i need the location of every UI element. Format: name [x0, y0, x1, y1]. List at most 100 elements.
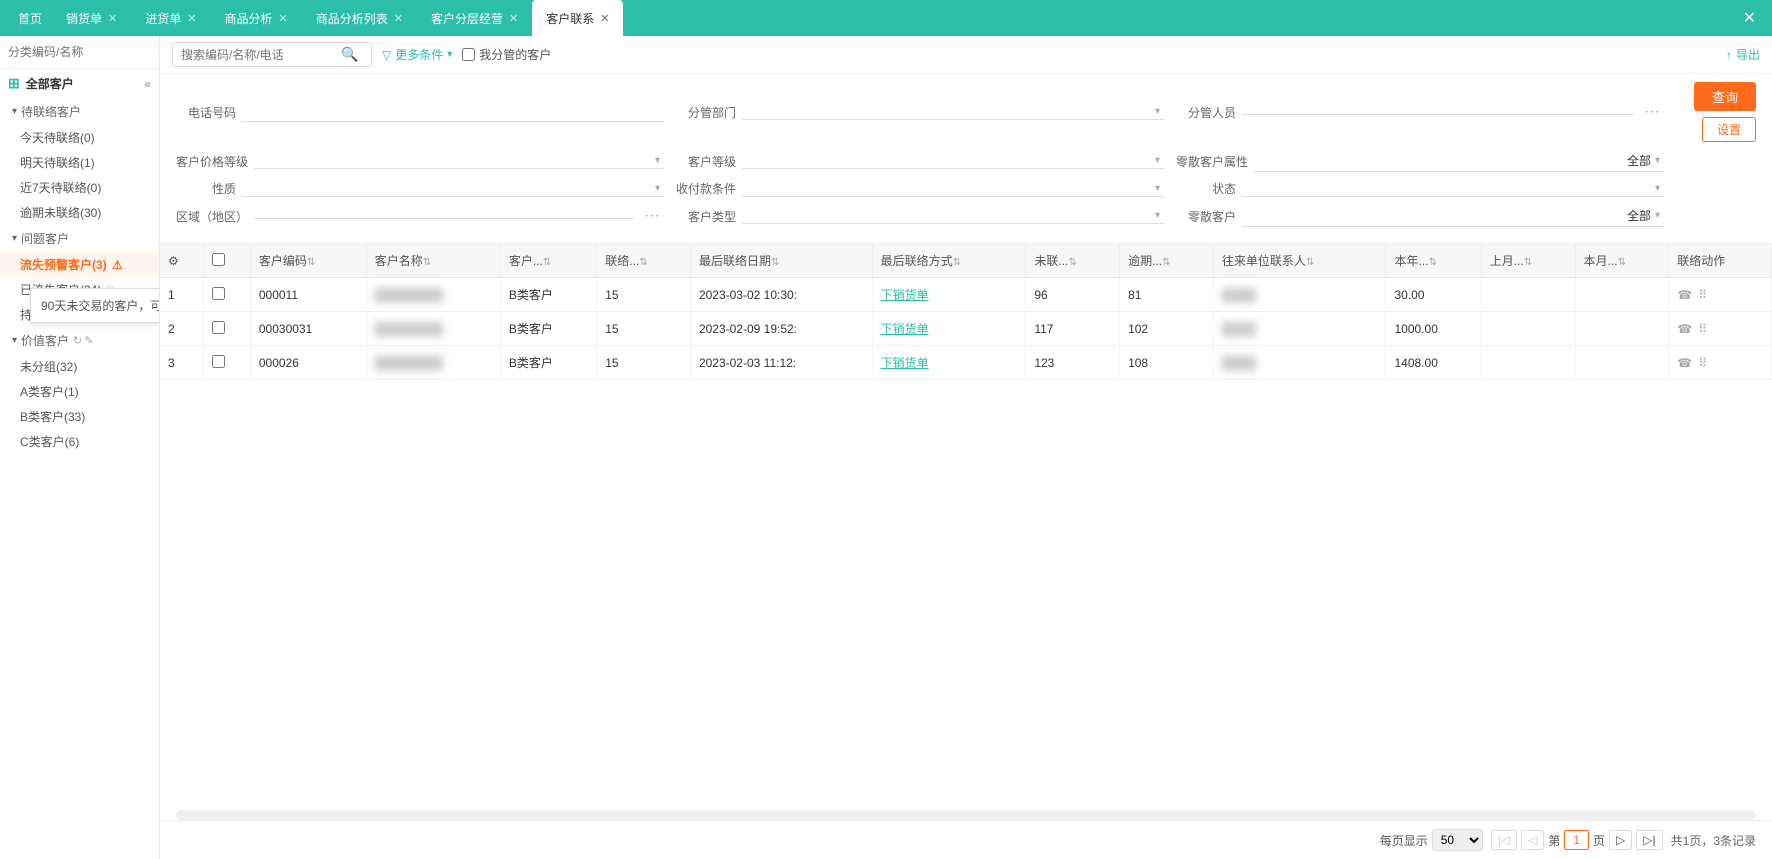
- sidebar-item-ungrouped[interactable]: 未分组(32): [0, 354, 159, 379]
- tab-close-customer-segment[interactable]: ✕: [509, 12, 518, 25]
- tab-close-product-analysis[interactable]: ✕: [279, 12, 288, 25]
- filter-customer-level-select[interactable]: ▾: [742, 153, 1164, 169]
- row-select-checkbox[interactable]: [212, 355, 225, 368]
- more-actions-icon[interactable]: ⠿: [1698, 288, 1707, 302]
- sort-icon-name[interactable]: [423, 254, 431, 268]
- filter-status-select[interactable]: ▾: [1242, 181, 1664, 197]
- filter-more-button[interactable]: ▽ 更多条件 ▾: [382, 46, 452, 63]
- action-icons: ☎ ⠿: [1677, 288, 1763, 302]
- sort-icon-unlisted[interactable]: [1068, 254, 1076, 268]
- contact-icon[interactable]: ☎: [1677, 322, 1692, 336]
- filter-dept-select[interactable]: ▾: [742, 104, 1164, 120]
- filter-payment-select[interactable]: ▾: [742, 181, 1164, 197]
- row-select-checkbox[interactable]: [212, 287, 225, 300]
- row-checkbox[interactable]: [203, 278, 250, 312]
- sidebar-item-class-a[interactable]: A类客户(1): [0, 379, 159, 404]
- tab-close-purchase[interactable]: ✕: [187, 12, 196, 25]
- sidebar-item-overdue[interactable]: 逾期未联络(30): [0, 200, 159, 225]
- arrow-down-icon: ▾: [12, 106, 17, 117]
- row-actions[interactable]: ☎ ⠿: [1669, 346, 1772, 380]
- filter-customer-type-select[interactable]: ▾: [742, 208, 1164, 224]
- more-actions-icon[interactable]: ⠿: [1698, 356, 1707, 370]
- region-more-icon[interactable]: ···: [640, 207, 664, 225]
- sort-icon-date[interactable]: [771, 254, 779, 268]
- sort-icon-method[interactable]: [953, 254, 961, 268]
- chevron-down-icon: ▾: [655, 155, 660, 166]
- filter-phone-input[interactable]: [242, 103, 664, 122]
- my-customers-checkbox[interactable]: [462, 48, 475, 61]
- pager-last-button[interactable]: ▷|: [1636, 830, 1662, 850]
- page-size-select[interactable]: 50 100: [1432, 829, 1483, 851]
- tab-close-product-list[interactable]: ✕: [394, 12, 403, 25]
- row-seq: 1: [160, 278, 203, 312]
- setting-button[interactable]: 设置: [1702, 117, 1756, 142]
- sidebar-group-value[interactable]: ▾ 价值客户 ↻ ✎: [0, 327, 159, 354]
- sidebar-item-class-c[interactable]: C类客户(6): [0, 429, 159, 454]
- refresh-icon[interactable]: ↻: [73, 334, 82, 347]
- tab-close-sales[interactable]: ✕: [108, 12, 117, 25]
- sort-icon-lmonth[interactable]: [1524, 254, 1532, 268]
- tab-product-analysis[interactable]: 商品分析 ✕: [210, 0, 301, 36]
- pager: |◁ ◁ 第 1 页 ▷ ▷|: [1491, 830, 1663, 850]
- filter-manager-select[interactable]: [1242, 110, 1634, 115]
- sort-icon-year[interactable]: [1429, 254, 1437, 268]
- contact-icon[interactable]: ☎: [1677, 288, 1692, 302]
- search-icon[interactable]: 🔍: [341, 46, 358, 63]
- filter-retail-attr-select[interactable]: 全部 ▾: [1254, 150, 1664, 172]
- tab-customer-contact[interactable]: 客户联系 ✕: [532, 0, 623, 36]
- row-unlisted: 123: [1026, 346, 1120, 380]
- sidebar-item-tomorrow[interactable]: 明天待联络(1): [0, 150, 159, 175]
- query-button[interactable]: 查询: [1694, 82, 1756, 111]
- filter-region-select[interactable]: [254, 214, 634, 219]
- sort-icon-code[interactable]: [307, 254, 315, 268]
- sidebar-group-problem[interactable]: ▾ 问题客户: [0, 225, 159, 252]
- window-close-button[interactable]: ✕: [1735, 8, 1764, 28]
- tab-purchase[interactable]: 进货单 ✕: [131, 0, 210, 36]
- pager-first-button[interactable]: |◁: [1491, 830, 1517, 850]
- row-checkbox[interactable]: [203, 312, 250, 346]
- row-actions[interactable]: ☎ ⠿: [1669, 312, 1772, 346]
- arrow-down-icon-2: ▾: [12, 233, 17, 244]
- more-actions-icon[interactable]: ⠿: [1698, 322, 1707, 336]
- sidebar-item-class-b[interactable]: B类客户(33): [0, 404, 159, 429]
- search-input[interactable]: [181, 48, 341, 62]
- row-actions[interactable]: ☎ ⠿: [1669, 278, 1772, 312]
- sort-icon-overdue[interactable]: [1162, 254, 1170, 268]
- tab-product-list[interactable]: 商品分析列表 ✕: [302, 0, 417, 36]
- pager-next-button[interactable]: ▷: [1609, 830, 1632, 850]
- col-checkbox[interactable]: [203, 244, 250, 278]
- export-button[interactable]: ↑ 导出: [1726, 46, 1760, 63]
- sidebar-item-today[interactable]: 今天待联络(0): [0, 125, 159, 150]
- filter-price-level-select[interactable]: ▾: [254, 153, 664, 169]
- sidebar-all-customers[interactable]: ⊞ 全部客户 «: [0, 69, 159, 98]
- sidebar-item-7days[interactable]: 近7天待联络(0): [0, 175, 159, 200]
- row-checkbox[interactable]: [203, 346, 250, 380]
- select-all-checkbox[interactable]: [212, 253, 225, 266]
- tab-customer-segment[interactable]: 客户分层经营 ✕: [417, 0, 532, 36]
- sidebar-item-churn-warning[interactable]: 流失预警客户(3) ⚠: [0, 252, 159, 277]
- edit-icon[interactable]: ✎: [84, 334, 93, 347]
- tab-sales[interactable]: 销货单 ✕: [52, 0, 131, 36]
- filter-more-icon[interactable]: ···: [1640, 103, 1664, 121]
- row-select-checkbox[interactable]: [212, 321, 225, 334]
- sort-icon-contact[interactable]: [639, 254, 647, 268]
- tab-close-customer-contact[interactable]: ✕: [600, 12, 609, 25]
- pager-prev-button[interactable]: ◁: [1521, 830, 1544, 850]
- sidebar-group-pending[interactable]: ▾ 待联络客户: [0, 98, 159, 125]
- sidebar-search-input[interactable]: [8, 45, 160, 59]
- row-year: 1408.00: [1386, 346, 1481, 380]
- sort-icon-person[interactable]: [1306, 254, 1314, 268]
- row-last-date: 2023-03-02 10:30:: [690, 278, 872, 312]
- col-settings[interactable]: ⚙: [160, 244, 203, 278]
- sidebar-collapse-icon[interactable]: «: [144, 77, 151, 91]
- sort-icon-type[interactable]: [543, 254, 551, 268]
- my-customers-checkbox-wrap[interactable]: 我分管的客户: [462, 46, 551, 63]
- filter-retail-select[interactable]: 全部 ▾: [1242, 205, 1664, 227]
- contact-icon[interactable]: ☎: [1677, 356, 1692, 370]
- horizontal-scrollbar[interactable]: [176, 810, 1756, 820]
- tab-home[interactable]: 首页: [8, 0, 52, 36]
- sort-icon-month[interactable]: [1618, 254, 1626, 268]
- col-type: 客户...: [500, 244, 596, 278]
- filter-nature-select[interactable]: ▾: [242, 181, 664, 197]
- filter-price-level: 客户价格等级 ▾: [176, 153, 664, 170]
